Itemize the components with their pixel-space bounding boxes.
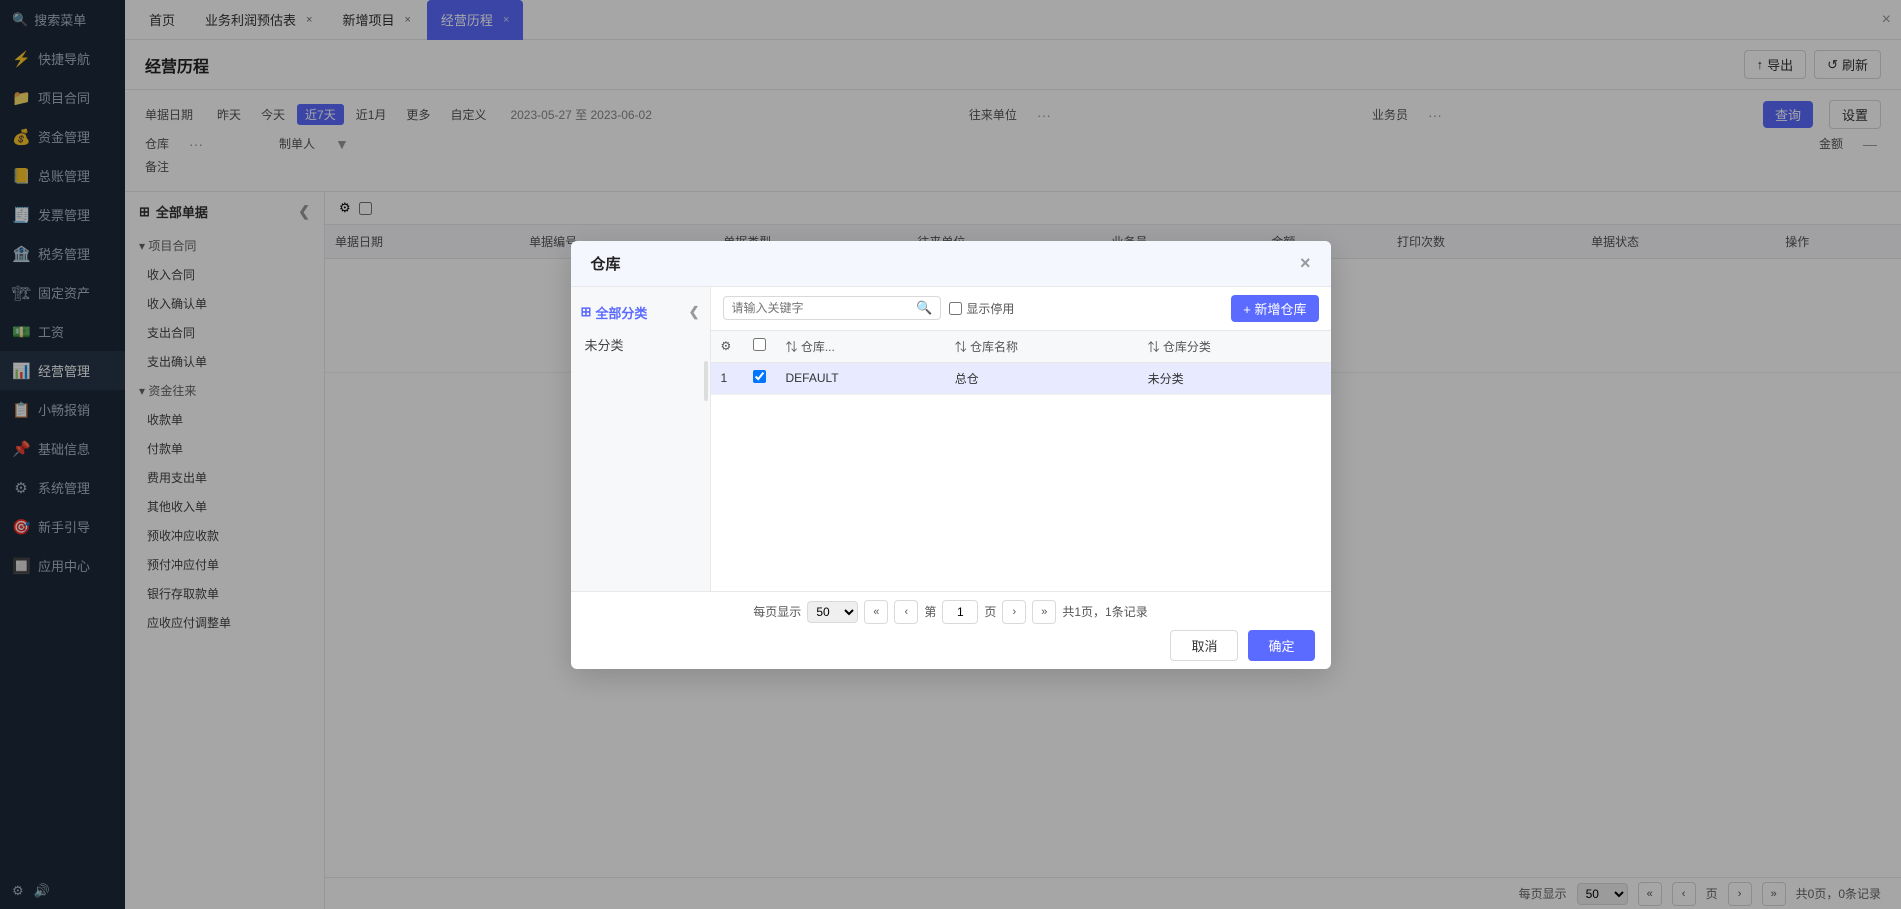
modal-row-index: 1 bbox=[711, 362, 743, 394]
modal-search-box[interactable]: 🔍 bbox=[723, 296, 942, 320]
table-row[interactable]: 1 DEFAULT 总仓 未分类 bbox=[711, 362, 1331, 394]
modal-title: 仓库 bbox=[591, 253, 621, 274]
modal-row-checkbox[interactable] bbox=[753, 370, 766, 383]
modal-category-panel: ⊞ 全部分类 ❮ 未分类 bbox=[571, 287, 711, 591]
modal-page-label: 第 bbox=[924, 603, 936, 620]
modal-th-gear[interactable]: ⚙ bbox=[711, 331, 743, 363]
modal-select-all[interactable] bbox=[753, 338, 766, 351]
modal-th-category: ⇅ 仓库分类 bbox=[1138, 331, 1331, 363]
confirm-label: 确定 bbox=[1268, 639, 1294, 654]
grid-icon-modal: ⊞ bbox=[581, 304, 592, 320]
modal-page-suffix: 页 bbox=[984, 603, 996, 620]
warehouse-modal: 仓库 × ⊞ 全部分类 ❮ 未分类 bbox=[571, 241, 1331, 669]
uncategorized-label: 未分类 bbox=[585, 338, 624, 353]
modal-close-icon[interactable]: × bbox=[1300, 253, 1311, 274]
add-warehouse-button[interactable]: + 新增仓库 bbox=[1231, 295, 1318, 322]
modal-row-checkbox-cell[interactable] bbox=[743, 362, 776, 394]
modal-warehouse-table: ⚙ ⇅ 仓库... ⇅ 仓库名称 ⇅ 仓库分类 1 DEFA bbox=[711, 331, 1331, 395]
modal-all-category[interactable]: ⊞ 全部分类 ❮ bbox=[571, 297, 710, 328]
modal-left-toggle[interactable]: ❮ bbox=[689, 304, 700, 320]
modal-row-category: 未分类 bbox=[1138, 362, 1331, 394]
modal-toolbar: 🔍 显示停用 + 新增仓库 bbox=[711, 287, 1331, 331]
modal-row-code: DEFAULT bbox=[776, 362, 945, 394]
all-category-label: 全部分类 bbox=[595, 303, 647, 322]
show-disabled-label[interactable]: 显示停用 bbox=[949, 300, 1014, 317]
modal-th-code: ⇅ 仓库... bbox=[776, 331, 945, 363]
modal-th-checkbox[interactable] bbox=[743, 331, 776, 363]
modal-search-icon[interactable]: 🔍 bbox=[916, 300, 932, 316]
modal-row-name: 总仓 bbox=[945, 362, 1138, 394]
modal-table-area: ⚙ ⇅ 仓库... ⇅ 仓库名称 ⇅ 仓库分类 1 DEFA bbox=[711, 331, 1331, 591]
modal-right-panel: 🔍 显示停用 + 新增仓库 bbox=[711, 287, 1331, 591]
modal-footer: 每页显示 50 100 « ‹ 第 页 › » 共1页，1条记录 取消 bbox=[571, 591, 1331, 669]
modal-confirm-button[interactable]: 确定 bbox=[1248, 630, 1314, 661]
show-disabled-text: 显示停用 bbox=[966, 300, 1014, 317]
modal-page-left[interactable]: ‹ bbox=[894, 600, 918, 624]
modal-page-double-right[interactable]: » bbox=[1032, 600, 1056, 624]
modal-action-buttons: 取消 确定 bbox=[587, 630, 1315, 661]
modal-page-right[interactable]: › bbox=[1002, 600, 1026, 624]
cancel-label: 取消 bbox=[1191, 639, 1217, 654]
modal-page-double-left[interactable]: « bbox=[864, 600, 888, 624]
modal-overlay: 仓库 × ⊞ 全部分类 ❮ 未分类 bbox=[0, 0, 1901, 909]
modal-header: 仓库 × bbox=[571, 241, 1331, 287]
modal-search-input[interactable] bbox=[732, 301, 911, 315]
modal-pagination: 每页显示 50 100 « ‹ 第 页 › » 共1页，1条记录 bbox=[587, 600, 1315, 624]
modal-per-page-label: 每页显示 bbox=[753, 603, 801, 620]
modal-per-page-select[interactable]: 50 100 bbox=[807, 601, 858, 623]
modal-page-input[interactable] bbox=[942, 600, 978, 624]
modal-th-name: ⇅ 仓库名称 bbox=[945, 331, 1138, 363]
modal-uncategorized[interactable]: 未分类 bbox=[571, 328, 710, 361]
add-warehouse-label: + 新增仓库 bbox=[1243, 302, 1306, 317]
modal-body: ⊞ 全部分类 ❮ 未分类 🔍 bbox=[571, 287, 1331, 591]
show-disabled-checkbox[interactable] bbox=[949, 302, 962, 315]
modal-total-label: 共1页，1条记录 bbox=[1062, 603, 1147, 620]
modal-cancel-button[interactable]: 取消 bbox=[1170, 630, 1238, 661]
